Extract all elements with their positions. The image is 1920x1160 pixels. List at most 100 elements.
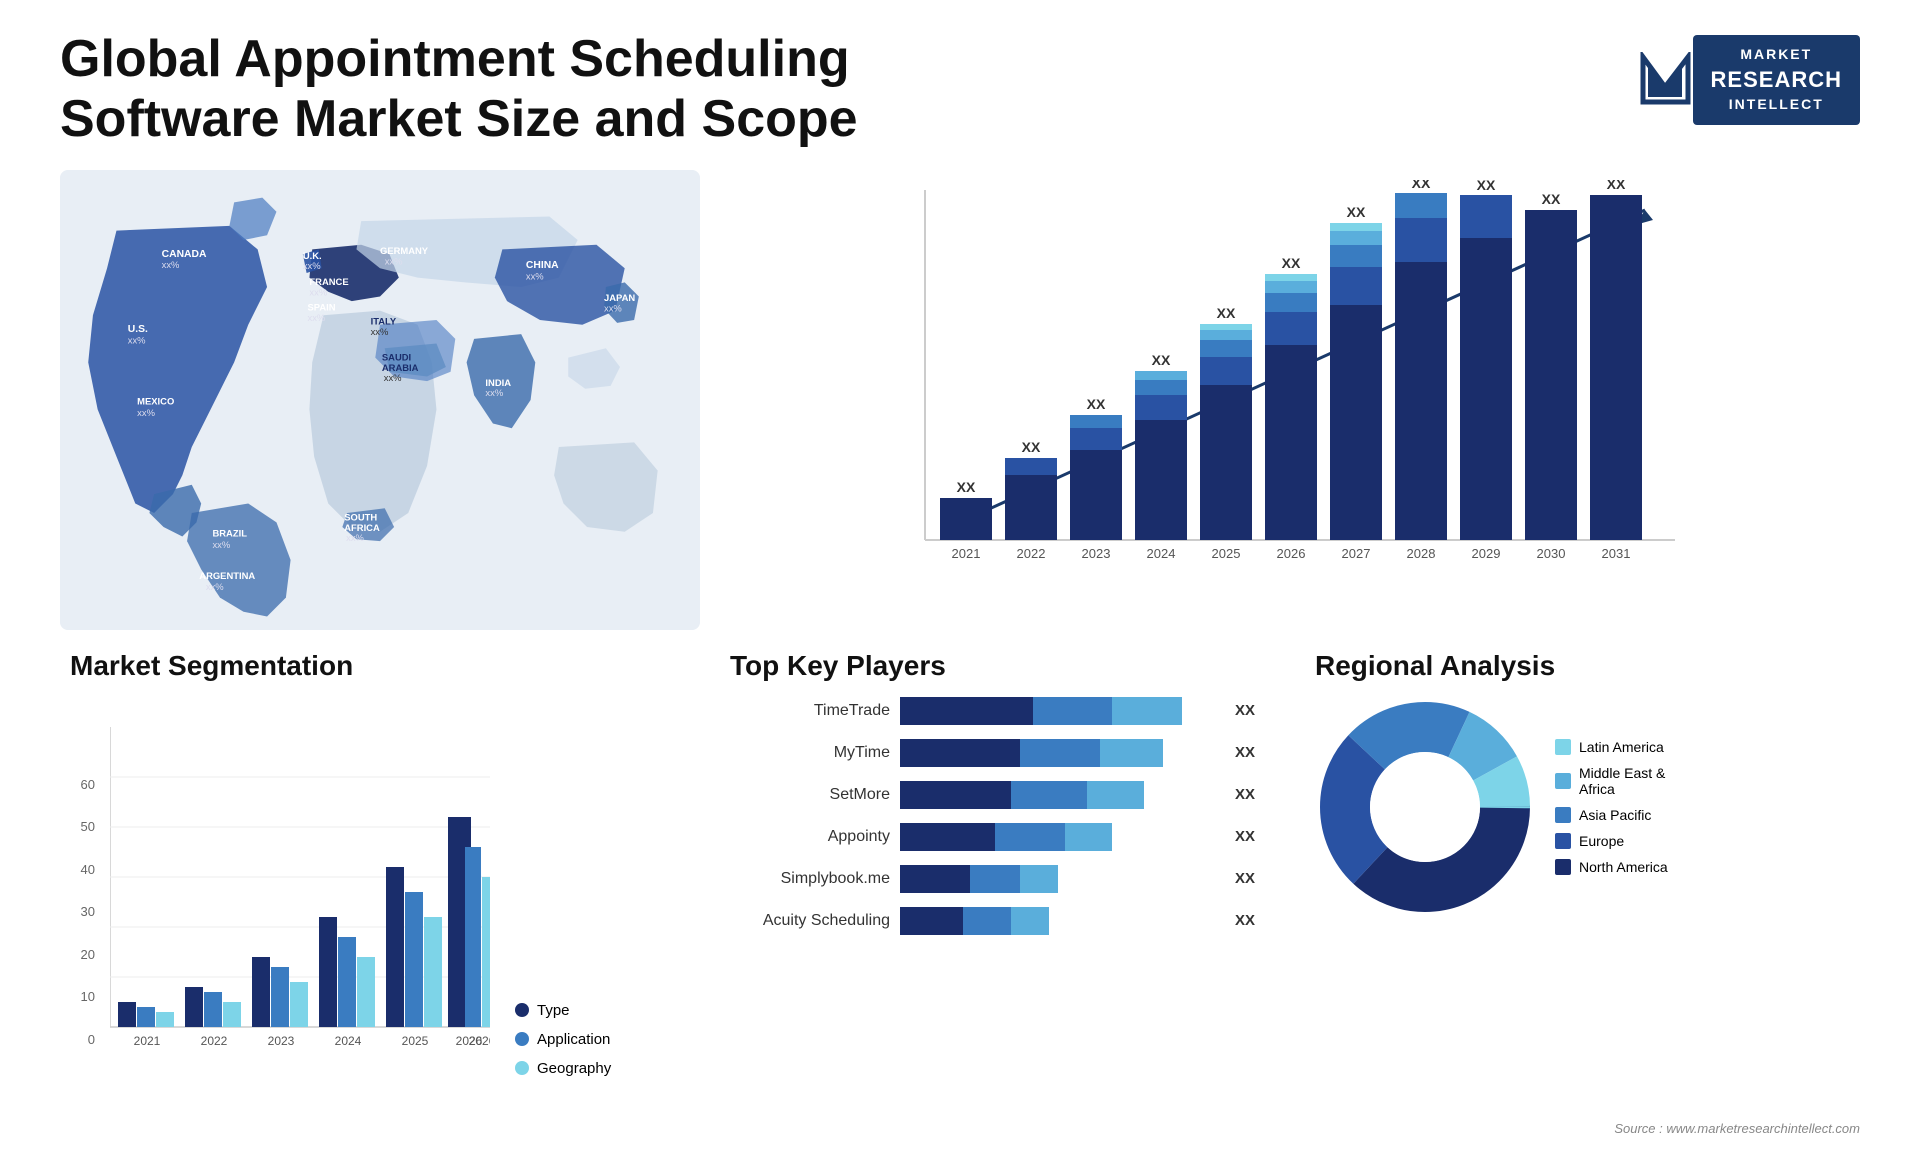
player-bar-a1 xyxy=(900,823,995,851)
bottom-right: Top Key Players TimeTrade XX MyTime xyxy=(710,640,1860,1160)
player-label-simplybook: XX xyxy=(1235,865,1255,893)
legend-color-latin xyxy=(1555,739,1571,755)
svg-text:xx%: xx% xyxy=(309,286,327,297)
svg-text:SAUDI: SAUDI xyxy=(382,351,411,362)
player-bar-s1 xyxy=(900,781,1011,809)
player-bar-s3 xyxy=(1087,781,1144,809)
legend-text-mea: Middle East &Africa xyxy=(1579,765,1665,797)
svg-text:GERMANY: GERMANY xyxy=(380,245,429,256)
regional-title: Regional Analysis xyxy=(1315,650,1840,682)
svg-text:2028: 2028 xyxy=(1407,546,1436,561)
svg-text:2029: 2029 xyxy=(1472,546,1501,561)
legend-apac: Asia Pacific xyxy=(1555,807,1668,823)
svg-text:2025: 2025 xyxy=(1212,546,1241,561)
player-bar-ac3 xyxy=(1011,907,1049,935)
svg-text:AFRICA: AFRICA xyxy=(344,521,380,532)
legend-geography: Geography xyxy=(515,1060,611,1077)
svg-text:2024: 2024 xyxy=(1147,546,1176,561)
svg-text:2030: 2030 xyxy=(1537,546,1566,561)
donut-legend: Latin America Middle East &Africa Asia P… xyxy=(1555,739,1668,875)
player-bar-seg-2 xyxy=(1033,697,1112,725)
legend-type: Type xyxy=(515,1002,611,1019)
player-bar-setmore xyxy=(900,781,1217,809)
svg-text:U.S.: U.S. xyxy=(128,324,148,335)
svg-text:INDIA: INDIA xyxy=(485,376,511,387)
player-bar-sb1 xyxy=(900,865,970,893)
player-row-mytime: MyTime XX xyxy=(730,739,1255,767)
svg-text:SOUTH: SOUTH xyxy=(344,511,377,522)
player-bar-seg2 xyxy=(1020,739,1099,767)
svg-text:XX: XX xyxy=(1217,305,1236,321)
player-bar-s2 xyxy=(1011,781,1087,809)
player-row-simplybook: Simplybook.me XX xyxy=(730,865,1255,893)
svg-text:2023: 2023 xyxy=(1082,546,1111,561)
svg-text:2024: 2024 xyxy=(335,1034,362,1048)
donut-chart-svg xyxy=(1315,697,1535,917)
svg-text:2023: 2023 xyxy=(268,1034,295,1048)
segmentation-section: Market Segmentation 0 10 20 30 40 50 60 xyxy=(60,640,700,1160)
legend-latin-america: Latin America xyxy=(1555,739,1668,755)
player-bar-seg-3 xyxy=(1112,697,1182,725)
player-name-setmore: SetMore xyxy=(730,786,890,804)
player-bar-ac2 xyxy=(963,907,1011,935)
player-name-acuity: Acuity Scheduling xyxy=(730,912,890,930)
logo-text: MARKET RESEARCH INTELLECT xyxy=(1693,35,1860,125)
svg-text:2031: 2031 xyxy=(1602,546,1631,561)
legend-dot-type xyxy=(515,1003,529,1017)
map-section: CANADA xx% U.S. xx% MEXICO xx% BRAZIL xx… xyxy=(60,170,700,630)
legend-dot-application xyxy=(515,1032,529,1046)
svg-text:xx%: xx% xyxy=(206,581,224,592)
svg-text:xx%: xx% xyxy=(485,387,503,398)
player-bar-a2 xyxy=(995,823,1065,851)
legend-application: Application xyxy=(515,1031,611,1048)
svg-text:ITALY: ITALY xyxy=(371,315,397,326)
player-row-acuity: Acuity Scheduling XX xyxy=(730,907,1255,935)
svg-text:CHINA: CHINA xyxy=(526,260,559,271)
svg-text:2022: 2022 xyxy=(1017,546,1046,561)
svg-text:2026: 2026 xyxy=(1277,546,1306,561)
donut-area: Latin America Middle East &Africa Asia P… xyxy=(1315,697,1840,917)
svg-text:JAPAN: JAPAN xyxy=(604,292,635,303)
svg-text:xx%: xx% xyxy=(385,255,403,266)
player-bar-simplybook xyxy=(900,865,1217,893)
player-bar-seg-1 xyxy=(900,697,1033,725)
player-bar-sb2 xyxy=(970,865,1021,893)
svg-text:MEXICO: MEXICO xyxy=(137,395,174,406)
logo-area: MARKET RESEARCH INTELLECT xyxy=(1638,30,1860,125)
player-label-appointy: XX xyxy=(1235,823,1255,851)
segmentation-title: Market Segmentation xyxy=(70,650,690,682)
svg-text:xx%: xx% xyxy=(371,326,389,337)
player-bar-timetrade xyxy=(900,697,1217,725)
player-row-timetrade: TimeTrade XX xyxy=(730,697,1255,725)
svg-text:2022: 2022 xyxy=(201,1034,228,1048)
svg-text:ARABIA: ARABIA xyxy=(382,361,419,372)
regional-section: Regional Analysis xyxy=(1295,640,1860,1160)
legend-text-na: North America xyxy=(1579,859,1668,875)
players-title: Top Key Players xyxy=(730,650,1255,682)
player-name-mytime: MyTime xyxy=(730,744,890,762)
page-title: Global Appointment Scheduling Software M… xyxy=(60,30,860,150)
svg-text:CANADA: CANADA xyxy=(162,249,207,260)
svg-text:xx%: xx% xyxy=(526,270,544,281)
svg-text:XX: XX xyxy=(1542,191,1561,207)
player-row-setmore: SetMore XX xyxy=(730,781,1255,809)
bar-chart-section: XX 2021 XX 2022 XX 2023 xyxy=(710,170,1860,630)
player-label-setmore: XX xyxy=(1235,781,1255,809)
svg-text:2025: 2025 xyxy=(402,1034,429,1048)
player-bar-ac1 xyxy=(900,907,963,935)
header: Global Appointment Scheduling Software M… xyxy=(60,30,1860,150)
legend-north-america: North America xyxy=(1555,859,1668,875)
legend-color-europe xyxy=(1555,833,1571,849)
svg-text:XX: XX xyxy=(1152,352,1171,368)
legend-mea: Middle East &Africa xyxy=(1555,765,1668,797)
legend-label-application: Application xyxy=(537,1031,610,1048)
player-name-timetrade: TimeTrade xyxy=(730,702,890,720)
segmentation-chart-svg: 2021 2022 2023 2024 xyxy=(110,727,490,1077)
player-bar-sb3 xyxy=(1020,865,1058,893)
legend-dot-geography xyxy=(515,1061,529,1075)
svg-text:XX: XX xyxy=(957,479,976,495)
svg-text:xx%: xx% xyxy=(137,407,155,418)
svg-text:2027: 2027 xyxy=(1342,546,1371,561)
bar-chart-svg: XX 2021 XX 2022 XX 2023 xyxy=(750,180,1820,600)
svg-text:XX: XX xyxy=(1087,396,1106,412)
